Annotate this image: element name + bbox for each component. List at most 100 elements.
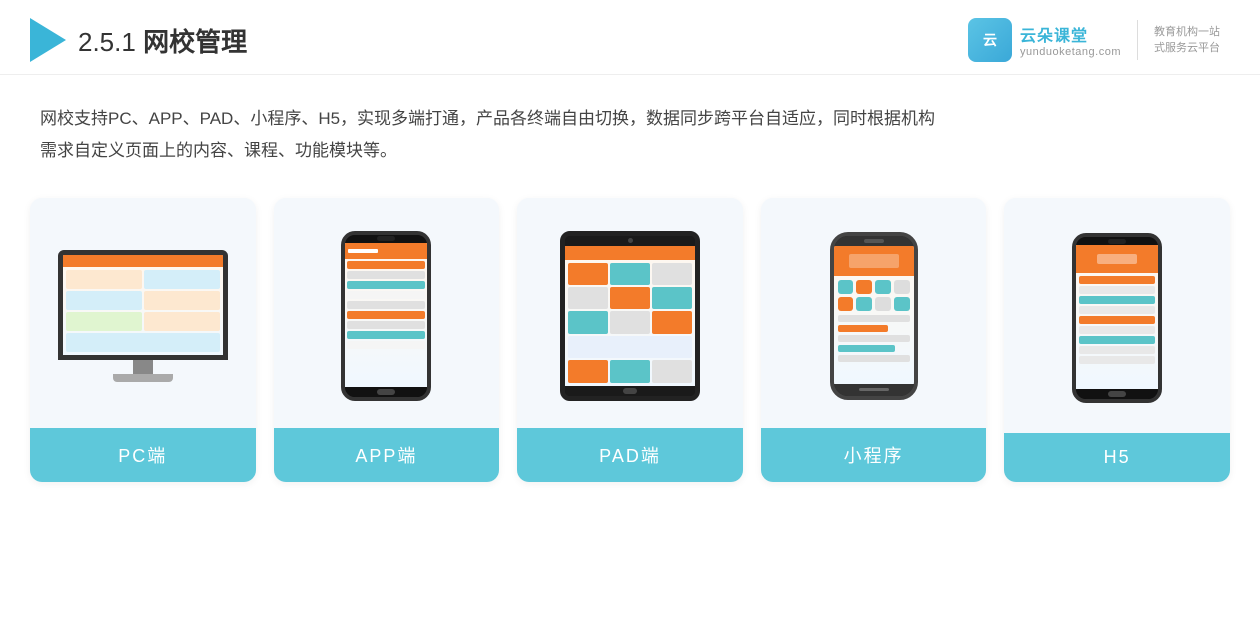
mini-phone-screen [834, 246, 914, 384]
h5-row-9 [1079, 356, 1155, 364]
h5-notch-dot [1108, 239, 1126, 244]
screen-block-2 [144, 270, 220, 289]
logo-divider [1137, 20, 1138, 60]
screen-bar-detail [67, 258, 107, 263]
app-row-3 [347, 281, 425, 289]
logo-website: yunduoketang.com [1020, 46, 1121, 58]
brand-logo: 云朵课堂 yunduoketang.com 教育机构一站 式服务云平台 [968, 18, 1220, 62]
app-row-1 [347, 261, 425, 269]
h5-phone-mockup [1072, 233, 1162, 403]
card-h5: H5 [1004, 198, 1230, 482]
mini-banner-text [849, 254, 899, 268]
card-app-device-area [274, 198, 500, 428]
app-phone-screen [345, 243, 427, 387]
mini-banner [834, 246, 914, 276]
monitor-screen-bar [63, 255, 223, 267]
screen-block-1 [66, 270, 142, 289]
card-h5-device-area [1004, 198, 1230, 433]
h5-row-6 [1079, 326, 1155, 334]
logo-tagline: 教育机构一站 式服务云平台 [1154, 24, 1220, 57]
app-row-7 [347, 321, 425, 329]
screen-block-4 [144, 291, 220, 310]
app-row-4 [347, 291, 425, 299]
app-row-5 [347, 301, 425, 309]
mini-row-5 [838, 355, 910, 362]
app-phone-notch [345, 235, 427, 243]
card-pc-device-area [30, 198, 256, 428]
card-pc: PC端 [30, 198, 256, 482]
logo-cloud-icon [968, 18, 1012, 62]
mini-icon-2 [856, 280, 872, 294]
mini-icon-5 [838, 297, 854, 311]
mini-icons-grid [834, 276, 914, 315]
monitor-neck [133, 360, 153, 374]
app-row-2 [347, 271, 425, 279]
h5-row-3 [1079, 296, 1155, 304]
h5-row-8 [1079, 346, 1155, 354]
pad-tablet-top [565, 236, 695, 246]
mini-phone-bottom [834, 384, 914, 396]
mini-row-3 [838, 335, 910, 342]
screen-block-7 [66, 333, 220, 352]
mini-icon-3 [875, 280, 891, 294]
app-home-btn [377, 389, 395, 395]
screen-block-3 [66, 291, 142, 310]
card-pc-label: PC端 [30, 428, 256, 482]
h5-home-btn [1108, 391, 1126, 397]
pad-tablet-mockup [560, 231, 700, 401]
monitor-body [58, 250, 228, 360]
card-app: APP端 [274, 198, 500, 482]
app-row-9 [347, 341, 425, 349]
h5-row-2 [1079, 286, 1155, 294]
h5-phone-content [1076, 273, 1158, 389]
cards-section: PC端 [0, 188, 1260, 502]
tab-block-1 [568, 263, 608, 285]
tab-block-11 [568, 360, 608, 382]
logo-main-text: 云朵课堂 [1020, 22, 1121, 46]
h5-row-1 [1079, 276, 1155, 284]
h5-row-7 [1079, 336, 1155, 344]
pad-screen-header [565, 246, 695, 260]
card-pad: PAD端 [517, 198, 743, 482]
tab-block-5 [610, 287, 650, 309]
header-left: 2.5.1 网校管理 [30, 18, 247, 62]
tab-block-8 [610, 311, 650, 333]
tab-block-7 [568, 311, 608, 333]
app-phone-home [345, 387, 427, 397]
page-wrapper: 2.5.1 网校管理 云朵课堂 yunduoketang.com 教育机构一站 … [0, 0, 1260, 630]
app-phone-body [341, 231, 431, 401]
mini-icon-4 [894, 280, 910, 294]
h5-banner [1076, 245, 1158, 273]
h5-banner-text [1097, 254, 1137, 264]
mini-icon-1 [838, 280, 854, 294]
card-pad-device-area [517, 198, 743, 428]
h5-row-4 [1079, 306, 1155, 314]
app-row-8 [347, 331, 425, 339]
pad-tablet-bottom [565, 386, 695, 396]
app-screen-header [345, 243, 427, 259]
mini-row-4 [838, 345, 896, 352]
tab-block-4 [568, 287, 608, 309]
monitor-screen-content [63, 267, 223, 355]
mini-icon-7 [875, 297, 891, 311]
description-block: 网校支持PC、APP、PAD、小程序、H5，实现多端打通，产品各终端自由切换，数… [0, 75, 1260, 188]
screen-block-5 [66, 312, 142, 331]
monitor-base [113, 374, 173, 382]
mini-speaker [864, 239, 884, 243]
app-phone-mockup [341, 231, 431, 401]
mini-phone-top [834, 236, 914, 246]
card-pad-label: PAD端 [517, 428, 743, 482]
tab-block-6 [652, 287, 692, 309]
app-header-text [348, 249, 378, 253]
mini-phone-mockup [830, 232, 918, 400]
page-title: 2.5.1 网校管理 [78, 22, 247, 59]
tab-block-10 [568, 336, 692, 358]
app-screen-body [345, 259, 427, 387]
card-mini-device-area [761, 198, 987, 428]
card-h5-label: H5 [1004, 433, 1230, 482]
mini-row-2 [838, 325, 888, 332]
mini-content-rows [834, 315, 914, 362]
pad-camera [628, 238, 633, 243]
tab-block-2 [610, 263, 650, 285]
mini-icon-6 [856, 297, 872, 311]
